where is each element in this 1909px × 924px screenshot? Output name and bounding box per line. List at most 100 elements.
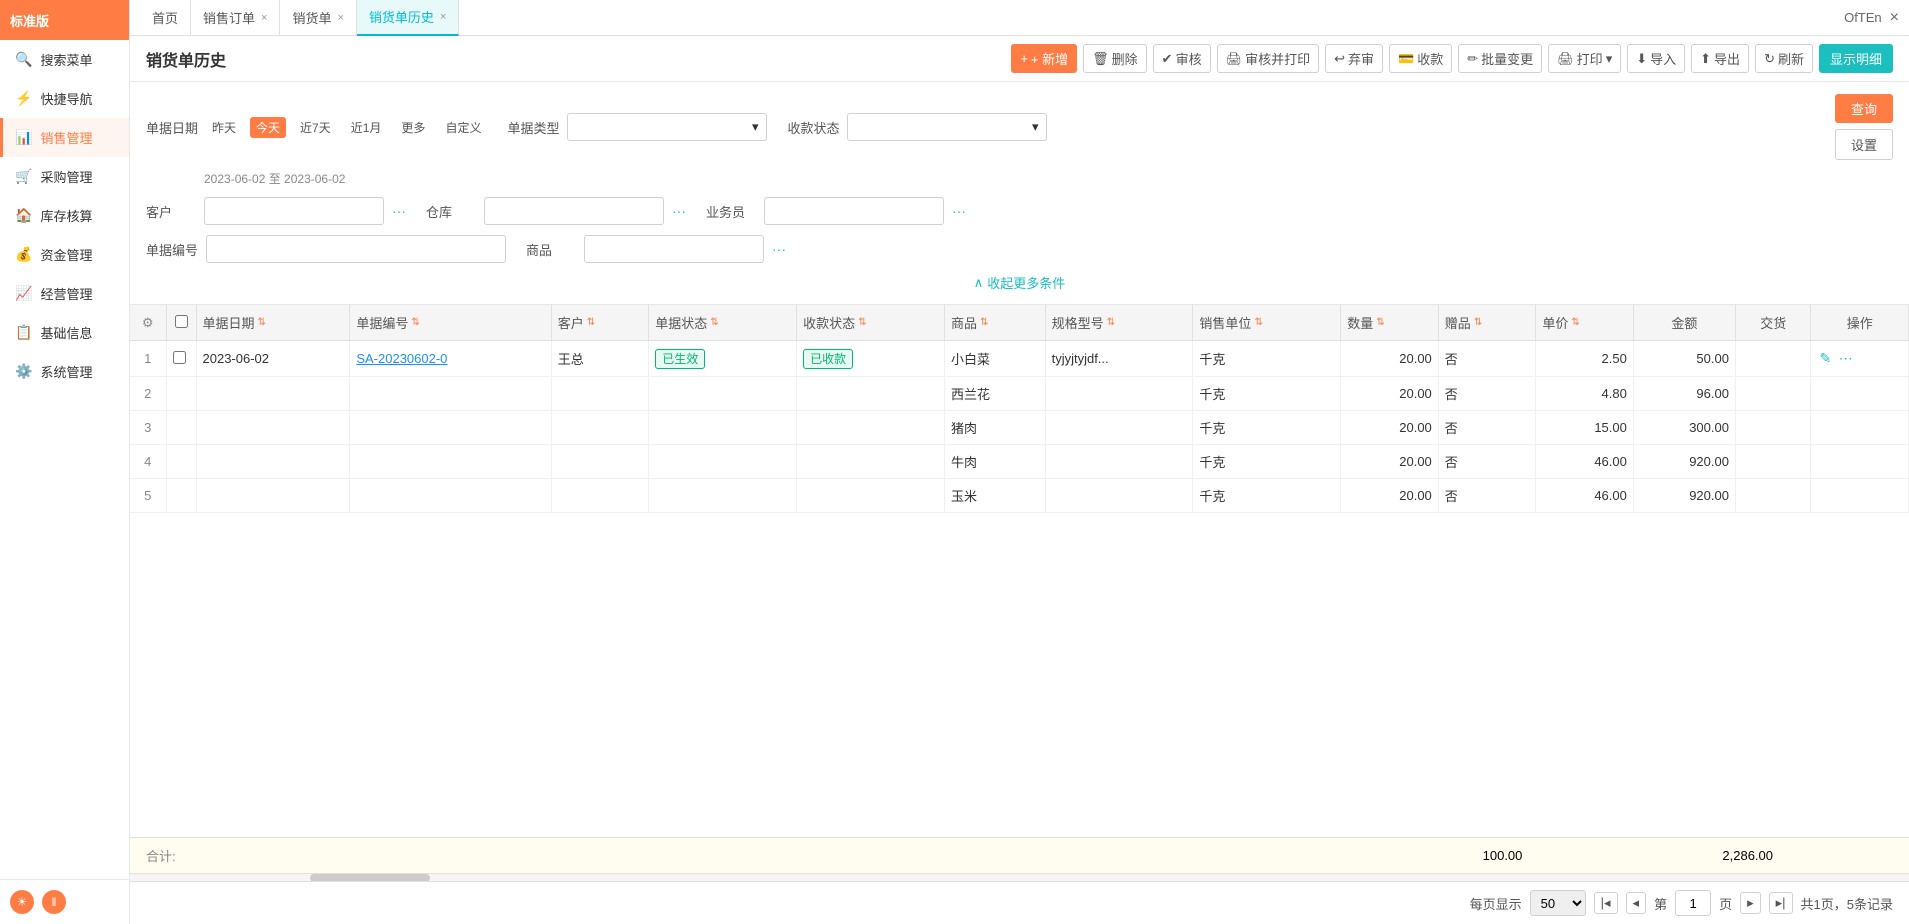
col-doc-date[interactable]: 单据日期 ⇅ <box>196 305 350 341</box>
row-doc-no-1[interactable]: SA-20230602-0 <box>350 341 551 377</box>
col-settings[interactable]: ⚙ <box>130 305 166 341</box>
batch-change-button[interactable]: ✏ 批量变更 <box>1458 44 1542 73</box>
row-payment-status-1: 已收款 <box>797 341 945 377</box>
settings-icon[interactable]: ⚙ <box>142 315 154 330</box>
goods-more-icon[interactable]: ··· <box>772 241 786 257</box>
qty-sort[interactable]: 数量 ⇅ <box>1347 313 1432 332</box>
col-qty[interactable]: 数量 ⇅ <box>1341 305 1439 341</box>
col-doc-status[interactable]: 单据状态 ⇅ <box>649 305 797 341</box>
customer-input[interactable] <box>204 197 384 225</box>
row-spec-3 <box>1045 411 1193 445</box>
export-button[interactable]: ⬆ 导出 <box>1691 44 1749 73</box>
customer-sort[interactable]: 客户 ⇅ <box>558 313 643 332</box>
date-shortcut-1month[interactable]: 近1月 <box>345 117 388 138</box>
customer-more-icon[interactable]: ··· <box>392 203 406 219</box>
doc-status-sort[interactable]: 单据状态 ⇅ <box>655 313 790 332</box>
row-doc-no-3 <box>350 411 551 445</box>
refresh-button[interactable]: ↻ 刷新 <box>1755 44 1813 73</box>
warehouse-input[interactable] <box>484 197 664 225</box>
sidebar-item-system[interactable]: ⚙️ 系统管理 <box>0 352 129 391</box>
payment-status-sort[interactable]: 收款状态 ⇅ <box>803 313 938 332</box>
new-button[interactable]: + + 新增 <box>1011 44 1077 73</box>
col-payment-status[interactable]: 收款状态 ⇅ <box>797 305 945 341</box>
setup-button[interactable]: 设置 <box>1835 129 1893 160</box>
row-checkbox-5[interactable] <box>166 479 196 513</box>
unit-sort[interactable]: 销售单位 ⇅ <box>1199 313 1334 332</box>
sidebar-item-inventory[interactable]: 🏠 库存核算 <box>0 196 129 235</box>
row-checkbox-2[interactable] <box>166 377 196 411</box>
date-shortcut-custom[interactable]: 自定义 <box>439 117 487 138</box>
salesman-input[interactable] <box>764 197 944 225</box>
per-page-select[interactable]: 50 20 100 <box>1530 890 1586 916</box>
col-customer[interactable]: 客户 ⇅ <box>551 305 649 341</box>
tab-home-label: 首页 <box>152 8 178 27</box>
spec-sort[interactable]: 规格型号 ⇅ <box>1052 313 1187 332</box>
row-doc-no-2 <box>350 377 551 411</box>
doctype-select[interactable]: ▾ <box>567 113 767 141</box>
sidebar-item-finance[interactable]: 💰 资金管理 <box>0 235 129 274</box>
more-btn-1[interactable]: ⋯ <box>1837 348 1855 369</box>
import-button[interactable]: ⬇ 导入 <box>1627 44 1685 73</box>
col-gift[interactable]: 赠品 ⇅ <box>1438 305 1536 341</box>
doc-date-sort[interactable]: 单据日期 ⇅ <box>203 313 344 332</box>
tab-sales-history[interactable]: 销货单历史 × <box>357 0 459 36</box>
sidebar-bottom-btn-1[interactable]: ☀ <box>10 890 34 914</box>
audit-print-button[interactable]: 🖨 审核并打印 <box>1217 44 1320 73</box>
print-button[interactable]: 🖨 打印 ▾ <box>1548 44 1621 73</box>
query-button[interactable]: 查询 <box>1835 94 1893 123</box>
col-unit[interactable]: 销售单位 ⇅ <box>1193 305 1341 341</box>
collect-button[interactable]: 💳 收款 <box>1389 44 1452 73</box>
col-doc-no[interactable]: 单据编号 ⇅ <box>350 305 551 341</box>
sidebar-item-basic-info[interactable]: 📋 基础信息 <box>0 313 129 352</box>
row-checkbox-1[interactable] <box>166 341 196 377</box>
warehouse-more-icon[interactable]: ··· <box>672 203 686 219</box>
goods-input[interactable] <box>584 235 764 263</box>
audit-button[interactable]: ✔ 审核 <box>1153 44 1211 73</box>
prev-page-btn[interactable]: ◂ <box>1626 892 1647 914</box>
sidebar-bottom-btn-2[interactable]: ‖ <box>42 890 66 914</box>
price-sort[interactable]: 单价 ⇅ <box>1542 313 1627 332</box>
col-spec[interactable]: 规格型号 ⇅ <box>1045 305 1193 341</box>
col-goods[interactable]: 商品 ⇅ <box>944 305 1045 341</box>
tab-sales-delivery[interactable]: 销货单 × <box>280 0 356 36</box>
doc-no-sort[interactable]: 单据编号 ⇅ <box>356 313 544 332</box>
filter-payment-group: 收款状态 ▾ <box>787 113 1047 141</box>
sidebar-item-sales-mgmt[interactable]: 📊 销售管理 <box>0 118 129 157</box>
tab-sales-history-close[interactable]: × <box>440 11 446 23</box>
select-all-checkbox[interactable] <box>175 315 188 328</box>
date-shortcut-yesterday[interactable]: 昨天 <box>206 117 242 138</box>
abandon-button[interactable]: ↩ 弃审 <box>1325 44 1383 73</box>
sidebar-item-quick-nav[interactable]: ⚡ 快捷导航 <box>0 79 129 118</box>
horizontal-scrollbar[interactable] <box>130 873 1909 881</box>
date-shortcut-today[interactable]: 今天 <box>250 117 286 138</box>
collapse-button[interactable]: ∧ 收起更多条件 <box>146 273 1893 292</box>
last-page-btn[interactable]: ▸| <box>1769 892 1793 914</box>
row-amount-5: 920.00 <box>1633 479 1735 513</box>
edit-btn-1[interactable]: ✎ <box>1817 348 1833 369</box>
sidebar-item-search-menu[interactable]: 🔍 搜索菜单 <box>0 40 129 79</box>
date-shortcut-more[interactable]: 更多 <box>395 117 431 138</box>
tab-sales-order[interactable]: 销售订单 × <box>191 0 280 36</box>
gift-sort[interactable]: 赠品 ⇅ <box>1445 313 1530 332</box>
next-page-btn[interactable]: ▸ <box>1740 892 1761 914</box>
row-checkbox-3[interactable] <box>166 411 196 445</box>
tab-home[interactable]: 首页 <box>140 0 191 36</box>
goods-sort[interactable]: 商品 ⇅ <box>951 313 1039 332</box>
row-checkbox-4[interactable] <box>166 445 196 479</box>
first-page-btn[interactable]: |◂ <box>1594 892 1618 914</box>
sidebar-item-purchase-mgmt[interactable]: 🛒 采购管理 <box>0 157 129 196</box>
delete-button[interactable]: 🗑 删除 <box>1083 44 1147 73</box>
col-price[interactable]: 单价 ⇅ <box>1536 305 1634 341</box>
window-close-icon[interactable]: × <box>1890 9 1899 27</box>
tab-sales-order-close[interactable]: × <box>261 12 267 24</box>
date-shortcut-7days[interactable]: 近7天 <box>294 117 337 138</box>
docno-input[interactable] <box>206 235 506 263</box>
payment-select[interactable]: ▾ <box>847 113 1047 141</box>
tab-sales-delivery-close[interactable]: × <box>337 12 343 24</box>
salesman-more-icon[interactable]: ··· <box>952 203 966 219</box>
sidebar-item-operations[interactable]: 📈 经营管理 <box>0 274 129 313</box>
row-goods-5: 玉米 <box>944 479 1045 513</box>
show-details-button[interactable]: 显示明细 <box>1819 44 1893 73</box>
col-checkbox[interactable] <box>166 305 196 341</box>
page-input[interactable] <box>1675 890 1711 916</box>
